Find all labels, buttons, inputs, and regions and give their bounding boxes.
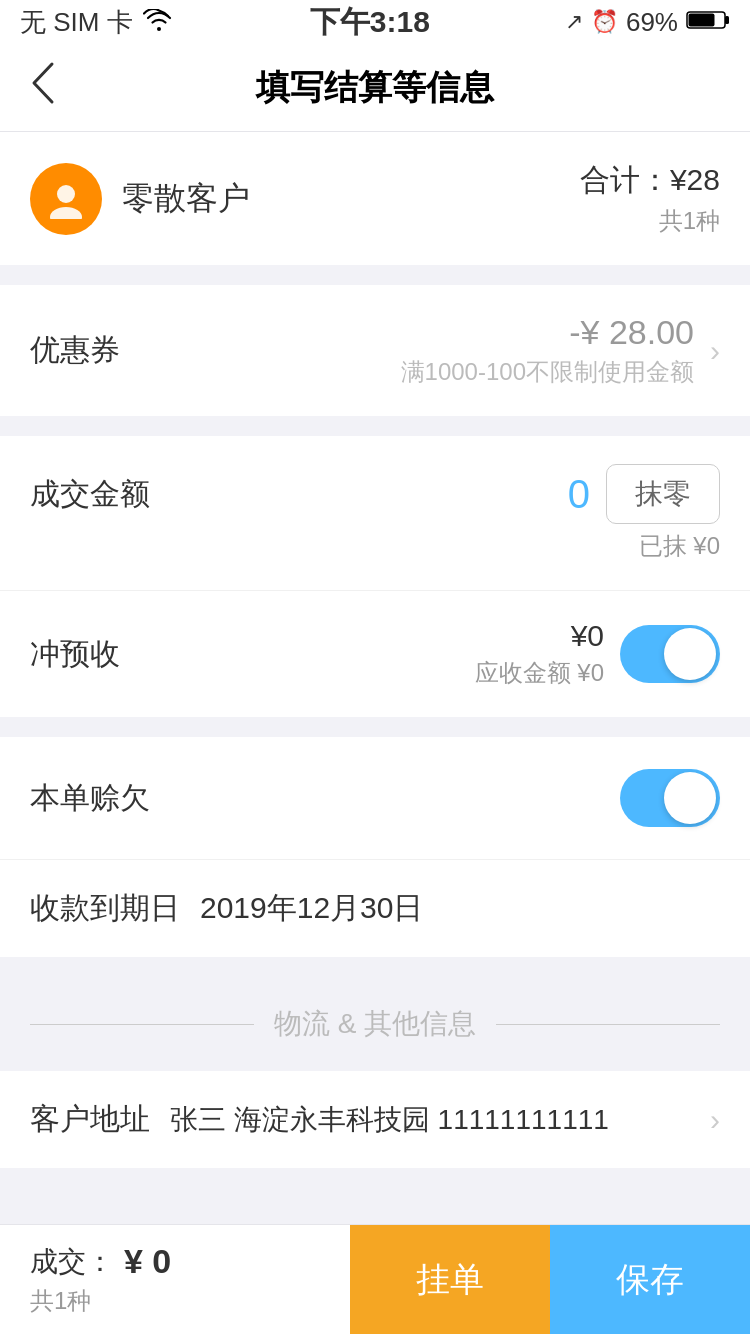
precollect-row: 冲预收 ¥0 应收金额 ¥0 (0, 590, 750, 717)
customer-name: 零散客户 (122, 177, 250, 221)
bottom-summary: 成交： ¥ 0 共1种 (0, 1242, 350, 1317)
alarm-icon: ⏰ (591, 9, 618, 35)
divider-4 (0, 957, 750, 977)
duedate-row: 收款到期日 2019年12月30日 (0, 859, 750, 957)
debt-label: 本单赊欠 (30, 778, 150, 819)
deal-amount-row: 成交金额 0 抹零 已抹 ¥0 (0, 436, 750, 590)
debt-toggle-knob (664, 772, 716, 824)
sim-text: 无 SIM 卡 (20, 5, 133, 40)
debt-row: 本单赊欠 (0, 737, 750, 859)
bottom-deal-label: 成交： (30, 1243, 114, 1281)
deal-amount-right: 0 抹零 (568, 464, 720, 524)
precollect-values: ¥0 应收金额 ¥0 (475, 619, 604, 689)
logistics-label: 物流 & 其他信息 (274, 1005, 476, 1043)
logistics-divider: 物流 & 其他信息 (0, 977, 750, 1071)
bottom-deal-amount: ¥ 0 (124, 1242, 171, 1281)
battery-icon (686, 7, 730, 38)
bottom-bar: 成交： ¥ 0 共1种 挂单 保存 (0, 1224, 750, 1334)
bottom-count: 共1种 (30, 1285, 320, 1317)
deal-amount-value: 0 (568, 472, 590, 517)
svg-rect-2 (688, 13, 714, 26)
status-right: ↗ ⏰ 69% (565, 7, 730, 38)
logistics-line-left (30, 1024, 254, 1025)
svg-point-4 (50, 207, 82, 219)
chevron-right-icon: › (710, 334, 720, 368)
address-value: 张三 海淀永丰科技园 11111111111 (170, 1101, 710, 1139)
hold-button[interactable]: 挂单 (350, 1225, 550, 1335)
address-label: 客户地址 (30, 1099, 150, 1140)
customer-section: 零散客户 合计：¥28 共1种 (0, 132, 750, 265)
wifi-icon (143, 7, 175, 38)
duedate-value: 2019年12月30日 (200, 888, 423, 929)
status-time: 下午3:18 (310, 2, 430, 43)
svg-rect-1 (725, 16, 729, 24)
save-button[interactable]: 保存 (550, 1225, 750, 1335)
deal-amount-sub: 已抹 ¥0 (30, 530, 720, 562)
precollect-toggle[interactable] (620, 625, 720, 683)
divider-3 (0, 717, 750, 737)
voucher-right: -¥ 28.00 满1000-100不限制使用金额 › (401, 313, 720, 388)
customer-count: 共1种 (580, 205, 720, 237)
address-section: 客户地址 张三 海淀永丰科技园 11111111111 › (0, 1071, 750, 1168)
back-button[interactable] (28, 60, 56, 115)
voucher-label: 优惠券 (30, 330, 120, 371)
page-title: 填写结算等信息 (256, 65, 494, 111)
customer-totals: 合计：¥28 共1种 (580, 160, 720, 237)
toggle-knob (664, 628, 716, 680)
deal-amount-section: 成交金额 0 抹零 已抹 ¥0 冲预收 ¥0 应收金额 ¥0 (0, 436, 750, 717)
debt-toggle[interactable] (620, 769, 720, 827)
nav-bar: 填写结算等信息 (0, 44, 750, 132)
status-left: 无 SIM 卡 (20, 5, 175, 40)
svg-point-3 (57, 185, 75, 203)
voucher-row[interactable]: 优惠券 -¥ 28.00 满1000-100不限制使用金额 › (0, 285, 750, 416)
status-bar: 无 SIM 卡 下午3:18 ↗ ⏰ 69% (0, 0, 750, 44)
duedate-label: 收款到期日 (30, 888, 180, 929)
customer-avatar (30, 163, 102, 235)
customer-info: 零散客户 (30, 163, 250, 235)
voucher-section: 优惠券 -¥ 28.00 满1000-100不限制使用金额 › (0, 285, 750, 416)
precollect-label: 冲预收 (30, 634, 120, 675)
precollect-right: ¥0 应收金额 ¥0 (475, 619, 720, 689)
bottom-deal: 成交： ¥ 0 (30, 1242, 320, 1281)
divider-1 (0, 265, 750, 285)
round-button[interactable]: 抹零 (606, 464, 720, 524)
address-chevron-icon: › (710, 1103, 720, 1137)
precollect-sub: 应收金额 ¥0 (475, 657, 604, 689)
logistics-line-right (496, 1024, 720, 1025)
location-arrow-icon: ↗ (565, 9, 583, 35)
customer-total: 合计：¥28 (580, 160, 720, 201)
deal-amount-label: 成交金额 (30, 474, 150, 515)
divider-2 (0, 416, 750, 436)
deal-amount-top: 成交金额 0 抹零 (30, 464, 720, 524)
address-row[interactable]: 客户地址 张三 海淀永丰科技园 11111111111 › (0, 1071, 750, 1168)
precollect-amount: ¥0 (475, 619, 604, 653)
customer-row: 零散客户 合计：¥28 共1种 (0, 132, 750, 265)
debt-section: 本单赊欠 收款到期日 2019年12月30日 (0, 737, 750, 957)
voucher-discount: -¥ 28.00 (401, 313, 694, 352)
precollect-left: 冲预收 (30, 634, 120, 675)
voucher-description: 满1000-100不限制使用金额 (401, 356, 694, 388)
battery-text: 69% (626, 7, 678, 38)
voucher-value: -¥ 28.00 满1000-100不限制使用金额 (401, 313, 694, 388)
